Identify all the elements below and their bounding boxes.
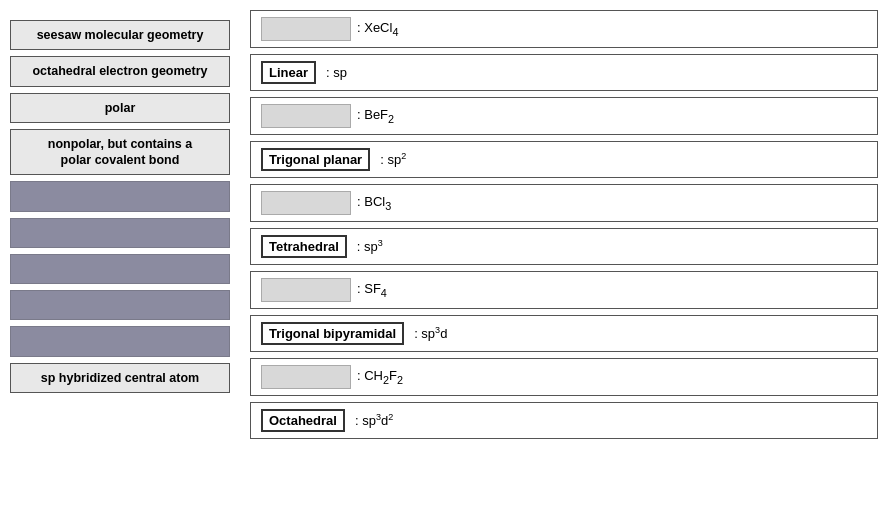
left-item-seesaw[interactable]: seesaw molecular geometry: [10, 20, 230, 50]
left-column: seesaw molecular geometry octahedral ele…: [10, 10, 230, 439]
right-row-6: Tetrahedral : sp3: [250, 228, 878, 265]
row2-text: : sp: [326, 65, 347, 80]
right-row-1: : XeCl4: [250, 10, 878, 48]
row3-text: : BeF2: [357, 107, 394, 125]
label-trigonal-bipyramidal[interactable]: Trigonal bipyramidal: [261, 322, 404, 345]
left-item-blank2[interactable]: [10, 218, 230, 248]
left-item-nonpolar[interactable]: nonpolar, but contains apolar covalent b…: [10, 129, 230, 176]
answer-box-7[interactable]: [261, 278, 351, 302]
right-row-10: Octahedral : sp3d2: [250, 402, 878, 439]
left-item-sp-hybrid[interactable]: sp hybridized central atom: [10, 363, 230, 393]
left-item-blank3[interactable]: [10, 254, 230, 284]
row9-text: : CH2F2: [357, 368, 403, 386]
left-item-blank1[interactable]: [10, 181, 230, 211]
left-item-blank5[interactable]: [10, 326, 230, 356]
answer-box-5[interactable]: [261, 191, 351, 215]
row7-text: : SF4: [357, 281, 387, 299]
left-item-octahedral[interactable]: octahedral electron geometry: [10, 56, 230, 86]
answer-box-9[interactable]: [261, 365, 351, 389]
answer-box-3[interactable]: [261, 104, 351, 128]
label-trigonal-planar[interactable]: Trigonal planar: [261, 148, 370, 171]
right-row-5: : BCl3: [250, 184, 878, 222]
right-row-8: Trigonal bipyramidal : sp3d: [250, 315, 878, 352]
row4-text: : sp2: [380, 151, 406, 167]
left-item-polar[interactable]: polar: [10, 93, 230, 123]
right-column: : XeCl4 Linear : sp : BeF2 Trigonal plan…: [250, 10, 878, 439]
main-container: seesaw molecular geometry octahedral ele…: [10, 10, 878, 439]
row10-text: : sp3d2: [355, 412, 393, 428]
label-tetrahedral[interactable]: Tetrahedral: [261, 235, 347, 258]
row5-text: : BCl3: [357, 194, 391, 212]
right-row-7: : SF4: [250, 271, 878, 309]
row8-text: : sp3d: [414, 325, 447, 341]
label-linear[interactable]: Linear: [261, 61, 316, 84]
label-octahedral[interactable]: Octahedral: [261, 409, 345, 432]
left-item-blank4[interactable]: [10, 290, 230, 320]
right-row-3: : BeF2: [250, 97, 878, 135]
right-row-9: : CH2F2: [250, 358, 878, 396]
right-row-2: Linear : sp: [250, 54, 878, 91]
row6-text: : sp3: [357, 238, 383, 254]
answer-box-1[interactable]: [261, 17, 351, 41]
right-row-4: Trigonal planar : sp2: [250, 141, 878, 178]
row1-text: : XeCl4: [357, 20, 398, 38]
